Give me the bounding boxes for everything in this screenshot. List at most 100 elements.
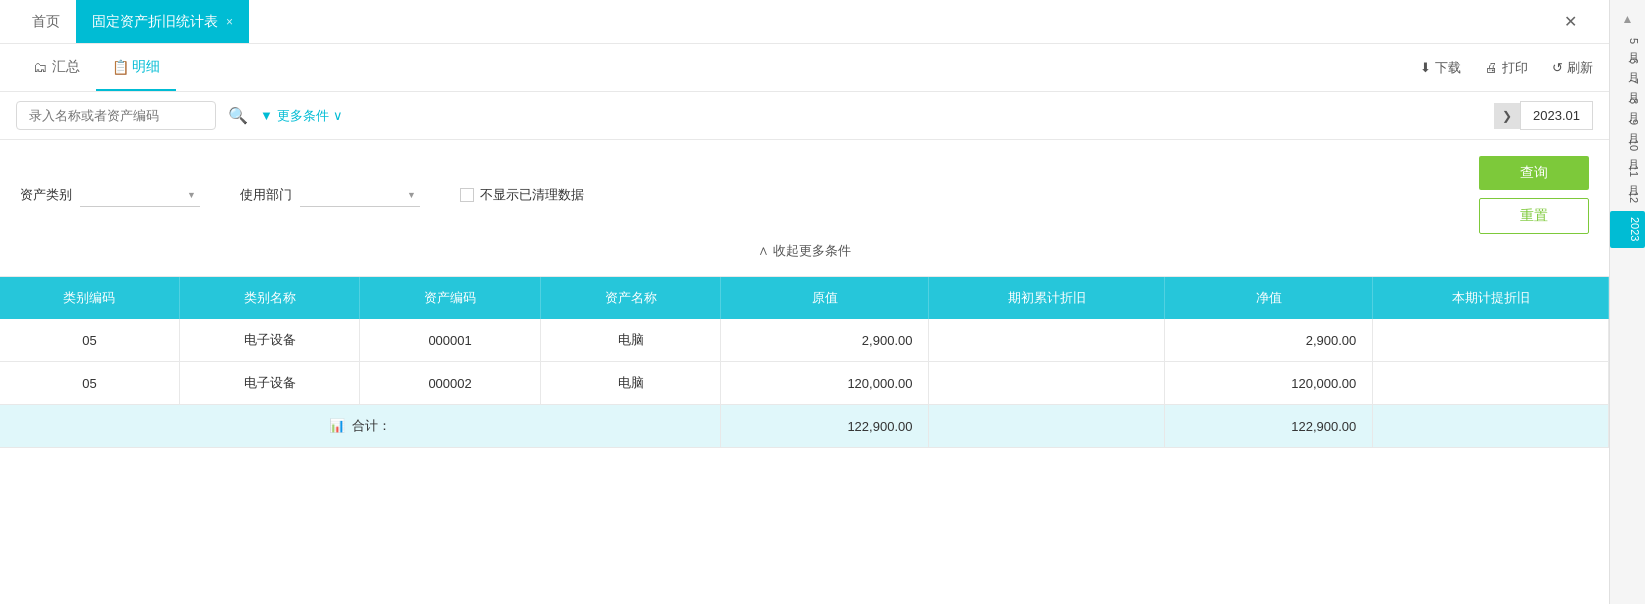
total-icon: 📊 [329,418,345,433]
use-department-select[interactable] [300,183,420,207]
refresh-icon: ↺ [1552,60,1563,75]
use-department-label: 使用部门 [240,186,292,204]
use-department-filter: 使用部门 [240,183,420,207]
cell-current-depreciation [1373,319,1609,362]
print-label: 打印 [1502,59,1528,77]
table-row: 05 电子设备 000002 电脑 120,000.00 120,000.00 [0,362,1609,405]
cell-category-code: 05 [0,319,179,362]
window-close-button[interactable]: ✕ [1548,12,1593,31]
total-current-depreciation [1373,405,1609,448]
cell-accumulated-depreciation [929,319,1165,362]
date-indicator: ❯ 2023.01 [1494,101,1593,130]
total-original-value: 122,900.00 [721,405,929,448]
refresh-button[interactable]: ↺ 刷新 [1552,59,1593,77]
tab-summary-label: 汇总 [52,58,80,76]
tab-toolbar: 🗂 汇总 📋 明细 ⬇ 下载 🖨 打印 ↺ 刷新 [0,44,1609,92]
sidebar-month-10[interactable]: 10月 [1610,133,1645,157]
col-header-accumulated-depreciation: 期初累计折旧 [929,277,1165,319]
filter-area: 资产类别 使用部门 不显示已清理数据 [0,140,1609,277]
tab-detail[interactable]: 📋 明细 [96,44,176,91]
cell-current-depreciation [1373,362,1609,405]
sidebar-month-11[interactable]: 11月 [1610,159,1645,183]
right-sidebar: ▲ 5月 6月 7月 8月 9月 10月 11月 12月 2023 [1609,0,1645,604]
download-button[interactable]: ⬇ 下载 [1420,59,1461,77]
top-nav: 首页 固定资产折旧统计表 × ✕ [0,0,1609,44]
col-header-asset-name: 资产名称 [540,277,720,319]
cell-asset-name: 电脑 [540,319,720,362]
filter-row: 资产类别 使用部门 不显示已清理数据 [20,156,1589,234]
cell-net-value: 120,000.00 [1165,362,1373,405]
asset-category-label: 资产类别 [20,186,72,204]
date-value: 2023.01 [1520,101,1593,130]
col-header-original-value: 原值 [721,277,929,319]
search-icon[interactable]: 🔍 [228,106,248,125]
table-header-row: 类别编码 类别名称 资产编码 资产名称 原值 期初累计折旧 净值 本期计提折旧 [0,277,1609,319]
sidebar-month-9[interactable]: 9月 [1610,113,1645,131]
sidebar-month-5[interactable]: 5月 [1610,32,1645,50]
total-label: 合计： [352,418,391,433]
filter-buttons: 查询 重置 [1479,156,1589,234]
total-row: 📊 合计： 122,900.00 122,900.00 [0,405,1609,448]
search-input[interactable] [16,101,216,130]
date-prev-button[interactable]: ❯ [1494,103,1520,129]
more-conditions-button[interactable]: ▼ 更多条件 ∨ [260,107,343,125]
nav-home[interactable]: 首页 [16,0,76,43]
table-row: 05 电子设备 000001 电脑 2,900.00 2,900.00 [0,319,1609,362]
toolbar-actions: ⬇ 下载 🖨 打印 ↺ 刷新 [1420,59,1593,77]
cell-original-value: 120,000.00 [721,362,929,405]
cell-net-value: 2,900.00 [1165,319,1373,362]
table-container: 类别编码 类别名称 资产编码 资产名称 原值 期初累计折旧 净值 本期计提折旧 … [0,277,1609,604]
table-body: 05 电子设备 000001 电脑 2,900.00 2,900.00 05 电… [0,319,1609,448]
chevron-down-icon: ∨ [333,108,343,123]
tab-detail-label: 明细 [132,58,160,76]
asset-category-select-wrapper [80,183,200,207]
download-icon: ⬇ [1420,60,1431,75]
main-area: 首页 固定资产折旧统计表 × ✕ 🗂 汇总 📋 明细 ⬇ 下载 🖨 打印 [0,0,1609,604]
print-button[interactable]: 🖨 打印 [1485,59,1528,77]
query-button[interactable]: 查询 [1479,156,1589,190]
cell-category-name: 电子设备 [179,319,359,362]
search-bar: 🔍 ▼ 更多条件 ∨ ❯ 2023.01 [0,92,1609,140]
cell-asset-name: 电脑 [540,362,720,405]
print-icon: 🖨 [1485,60,1498,75]
sidebar-month-8[interactable]: 8月 [1610,92,1645,110]
col-header-net-value: 净值 [1165,277,1373,319]
asset-category-filter: 资产类别 [20,183,200,207]
more-conditions-label: 更多条件 [277,107,329,125]
sidebar-month-6[interactable]: 6月 [1610,52,1645,70]
col-header-category-name: 类别名称 [179,277,359,319]
sidebar-year-2023[interactable]: 2023 [1610,211,1645,247]
detail-icon: 📋 [112,59,128,75]
cell-original-value: 2,900.00 [721,319,929,362]
tab-summary[interactable]: 🗂 汇总 [16,44,96,91]
tab-close-button[interactable]: × [226,15,233,29]
cell-accumulated-depreciation [929,362,1165,405]
filter-icon: ▼ [260,108,273,123]
sidebar-month-7[interactable]: 7月 [1610,72,1645,90]
total-accumulated-depreciation [929,405,1165,448]
total-label-cell: 📊 合计： [0,405,721,448]
col-header-category-code: 类别编码 [0,277,179,319]
chevron-up-icon: ∧ [758,243,773,258]
hide-cleared-checkbox-item[interactable]: 不显示已清理数据 [460,186,584,204]
data-table: 类别编码 类别名称 资产编码 资产名称 原值 期初累计折旧 净值 本期计提折旧 … [0,277,1609,448]
reset-button[interactable]: 重置 [1479,198,1589,234]
cell-asset-code: 000001 [360,319,540,362]
refresh-label: 刷新 [1567,59,1593,77]
hide-cleared-checkbox[interactable] [460,188,474,202]
col-header-asset-code: 资产编码 [360,277,540,319]
cell-category-code: 05 [0,362,179,405]
nav-tab-active[interactable]: 固定资产折旧统计表 × [76,0,249,43]
cell-category-name: 电子设备 [179,362,359,405]
total-net-value: 122,900.00 [1165,405,1373,448]
col-header-current-depreciation: 本期计提折旧 [1373,277,1609,319]
cell-asset-code: 000002 [360,362,540,405]
sidebar-month-12[interactable]: 12月 [1610,185,1645,209]
hide-cleared-label: 不显示已清理数据 [480,186,584,204]
download-label: 下载 [1435,59,1461,77]
tab-title: 固定资产折旧统计表 [92,13,218,31]
asset-category-select[interactable] [80,183,200,207]
collapse-label: 收起更多条件 [773,243,851,258]
collapse-conditions-button[interactable]: ∧ 收起更多条件 [20,234,1589,268]
sidebar-nav-up[interactable]: ▲ [1610,8,1645,30]
